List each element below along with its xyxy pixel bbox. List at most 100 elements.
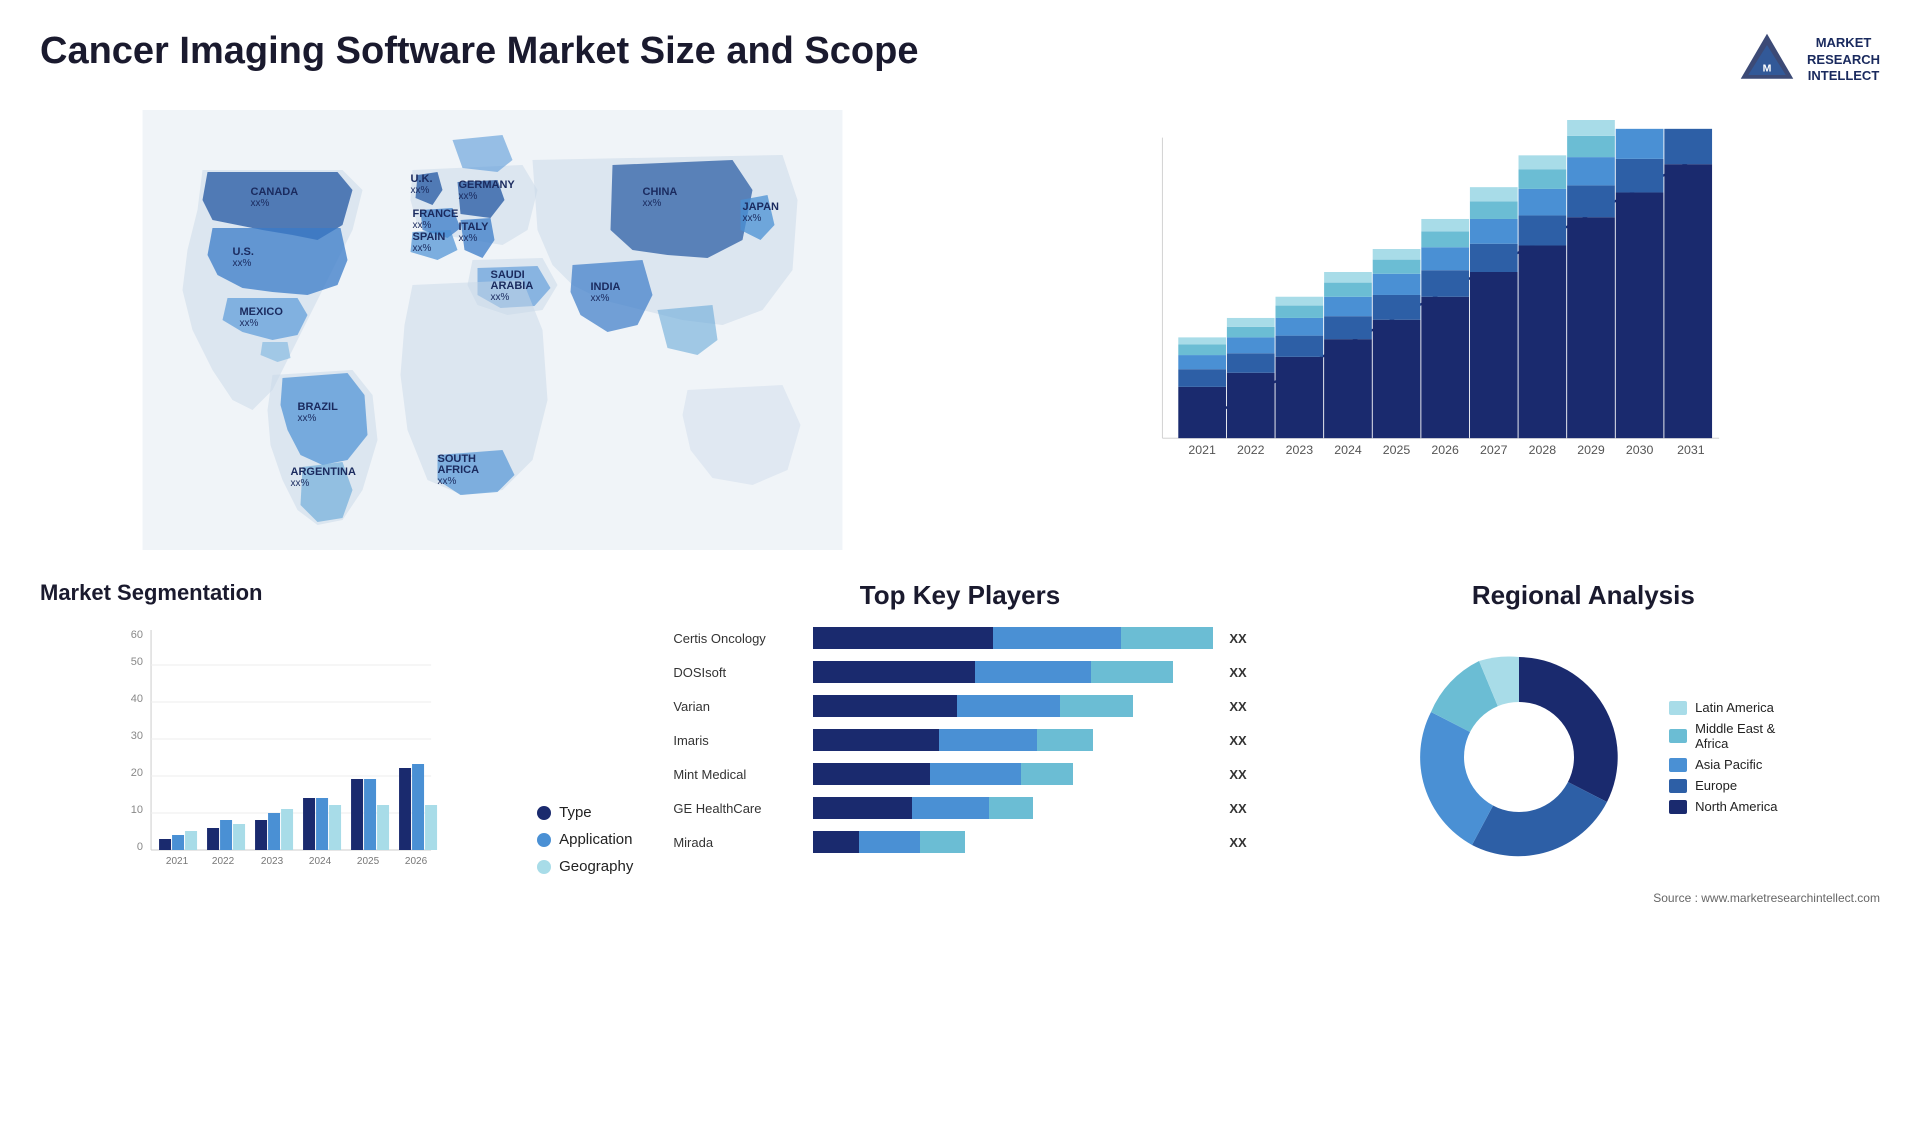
player-name-dosisoft: DOSIsoft (673, 665, 803, 680)
svg-text:xx%: xx% (438, 476, 457, 487)
player-row-certis: Certis Oncology XX (673, 627, 1246, 649)
player-bar-mirada (813, 831, 1213, 853)
legend-europe-label: Europe (1695, 778, 1737, 793)
player-bar-mint (813, 763, 1213, 785)
world-map-section: CANADA xx% U.S. xx% MEXICO xx% BRAZIL xx… (40, 110, 945, 550)
svg-text:xx%: xx% (743, 213, 762, 224)
china-label: CHINA (643, 186, 678, 198)
regional-section: Regional Analysis Lati (1287, 580, 1880, 905)
legend-latin-america-label: Latin America (1695, 700, 1774, 715)
legend-application-label: Application (559, 831, 632, 848)
player-row-dosisoft: DOSIsoft XX (673, 661, 1246, 683)
svg-text:2022: 2022 (212, 856, 235, 867)
svg-text:xx%: xx% (459, 191, 478, 202)
player-name-mirada: Mirada (673, 835, 803, 850)
player-row-mirada: Mirada XX (673, 831, 1246, 853)
player-xx-certis: XX (1229, 631, 1246, 646)
segmentation-title: Market Segmentation (40, 580, 633, 606)
svg-text:60: 60 (131, 629, 143, 641)
player-xx-dosisoft: XX (1229, 665, 1246, 680)
svg-text:2021: 2021 (1188, 443, 1216, 457)
svg-text:2026: 2026 (405, 856, 428, 867)
india-label: INDIA (591, 281, 621, 293)
legend-europe-color (1669, 779, 1687, 793)
player-xx-mirada: XX (1229, 835, 1246, 850)
brazil-label: BRAZIL (298, 401, 339, 413)
player-row-imaris: Imaris XX (673, 729, 1246, 751)
page-header: Cancer Imaging Software Market Size and … (40, 30, 1880, 90)
seg-chart-svg: 0 10 20 30 40 50 60 (40, 620, 522, 900)
canada-label: CANADA (251, 186, 299, 198)
players-title: Top Key Players (663, 580, 1256, 611)
germany-label: GERMANY (459, 179, 516, 191)
svg-text:xx%: xx% (413, 243, 432, 254)
player-name-varian: Varian (673, 699, 803, 714)
svg-text:xx%: xx% (233, 258, 252, 269)
legend-europe: Europe (1669, 778, 1777, 793)
svg-text:xx%: xx% (251, 198, 270, 209)
legend-mea-label: Middle East &Africa (1695, 721, 1775, 751)
bar-chart-container: XX XX XX XX XX XX XX XX XX XX XX (975, 110, 1880, 550)
legend-mea-color (1669, 729, 1687, 743)
player-row-varian: Varian XX (673, 695, 1246, 717)
france-label: FRANCE (413, 208, 459, 220)
svg-text:2021: 2021 (166, 856, 189, 867)
legend-type: Type (537, 804, 633, 821)
svg-text:2023: 2023 (261, 856, 284, 867)
svg-text:xx%: xx% (411, 185, 430, 196)
italy-label: ITALY (459, 221, 490, 233)
source-text: Source : www.marketresearchintellect.com (1287, 891, 1880, 905)
svg-text:20: 20 (131, 767, 143, 779)
svg-text:xx%: xx% (413, 220, 432, 231)
player-row-ge: GE HealthCare XX (673, 797, 1246, 819)
legend-na-label: North America (1695, 799, 1777, 814)
player-name-ge: GE HealthCare (673, 801, 803, 816)
key-players-section: Top Key Players Certis Oncology XX DOSIs… (663, 580, 1256, 905)
svg-text:0: 0 (137, 841, 143, 853)
japan-label: JAPAN (743, 201, 780, 213)
legend-type-dot (537, 806, 551, 820)
svg-text:2030: 2030 (1626, 443, 1654, 457)
spain-label: SPAIN (413, 231, 446, 243)
svg-text:30: 30 (131, 730, 143, 742)
bottom-section: Market Segmentation 0 10 20 30 40 50 60 (40, 580, 1880, 905)
argentina-label: ARGENTINA (291, 466, 356, 478)
svg-text:2027: 2027 (1480, 443, 1508, 457)
bar-chart-svg: XX XX XX XX XX XX XX XX XX XX XX (995, 120, 1860, 500)
svg-text:AFRICA: AFRICA (438, 464, 480, 476)
svg-text:2024: 2024 (309, 856, 332, 867)
svg-text:2029: 2029 (1577, 443, 1605, 457)
legend-north-america: North America (1669, 799, 1777, 814)
players-list: Certis Oncology XX DOSIsoft (663, 627, 1256, 853)
legend-na-color (1669, 800, 1687, 814)
regional-title: Regional Analysis (1287, 580, 1880, 611)
mexico-label: MEXICO (240, 306, 284, 318)
legend-latin-america-color (1669, 701, 1687, 715)
svg-text:2025: 2025 (1383, 443, 1411, 457)
legend-geography-label: Geography (559, 858, 633, 875)
regional-content: Latin America Middle East &Africa Asia P… (1287, 627, 1880, 887)
legend-geography-dot (537, 860, 551, 874)
market-segmentation-section: Market Segmentation 0 10 20 30 40 50 60 (40, 580, 633, 905)
donut-chart (1389, 627, 1649, 887)
legend-asia-pacific: Asia Pacific (1669, 757, 1777, 772)
svg-text:xx%: xx% (240, 318, 259, 329)
player-bar-certis (813, 627, 1213, 649)
map-svg: CANADA xx% U.S. xx% MEXICO xx% BRAZIL xx… (40, 110, 945, 550)
svg-text:xx%: xx% (291, 478, 310, 489)
player-xx-varian: XX (1229, 699, 1246, 714)
player-xx-imaris: XX (1229, 733, 1246, 748)
svg-text:40: 40 (131, 693, 143, 705)
logo-icon: M (1737, 30, 1797, 90)
svg-text:2025: 2025 (357, 856, 380, 867)
svg-text:xx%: xx% (298, 413, 317, 424)
page-title: Cancer Imaging Software Market Size and … (40, 30, 918, 73)
legend-application: Application (537, 831, 633, 848)
player-row-mint: Mint Medical XX (673, 763, 1246, 785)
svg-text:2026: 2026 (1431, 443, 1459, 457)
map-container: CANADA xx% U.S. xx% MEXICO xx% BRAZIL xx… (40, 110, 945, 550)
svg-text:xx%: xx% (459, 233, 478, 244)
legend-geography: Geography (537, 858, 633, 875)
svg-text:xx%: xx% (491, 292, 510, 303)
logo: M MARKETRESEARCHINTELLECT (1737, 30, 1880, 90)
